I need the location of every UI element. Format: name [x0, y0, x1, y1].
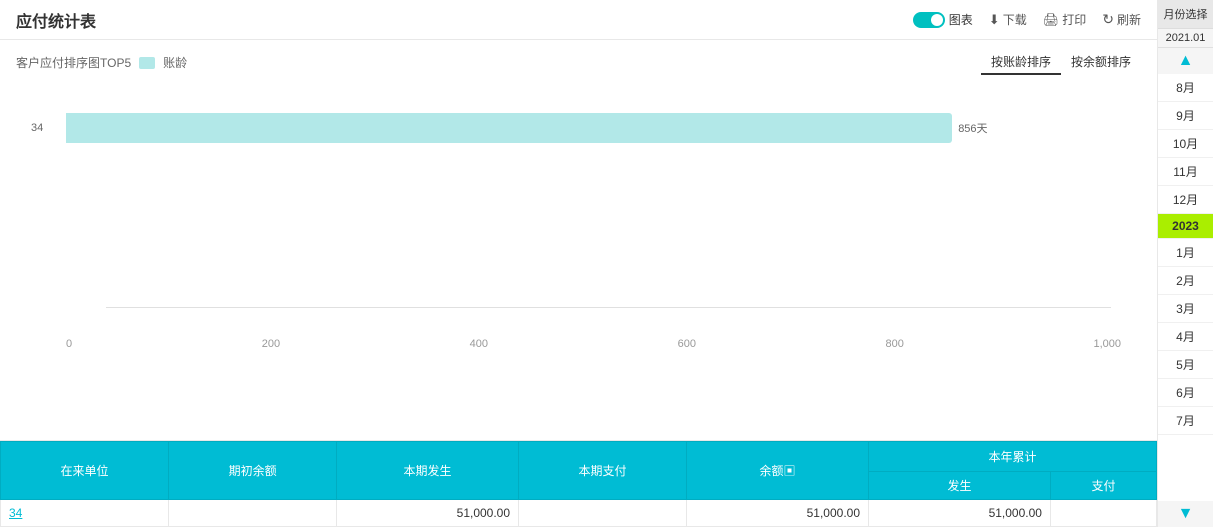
table-section: 在来单位 期初余额 本期发生 本期支付 余额▣ 本年累计 发生 支付	[0, 440, 1157, 527]
chart-section: 客户应付排序图TOP5 账龄 按账龄排序 按余额排序 34 856天	[0, 40, 1157, 440]
bar-value: 856天	[958, 120, 987, 136]
table-row: 34 51,000.00 51,000.00 51,000.00	[1, 500, 1157, 527]
refresh-icon	[1102, 11, 1114, 28]
download-icon	[989, 12, 1000, 28]
col-unit: 在来单位	[1, 442, 169, 500]
chart-legend: 客户应付排序图TOP5 账龄	[16, 54, 187, 71]
cell-unit: 34	[1, 500, 169, 527]
header-actions: 图表 下载 打印 刷新	[913, 11, 1141, 28]
toggle-label: 图表	[949, 11, 973, 28]
sidebar-months: 8月 9月 10月 11月 12月 2023 1月 2月 3月 4月 5月 6月…	[1158, 74, 1213, 501]
x-tick-200: 200	[262, 338, 280, 363]
month-1[interactable]: 1月	[1158, 239, 1213, 267]
x-tick-400: 400	[470, 338, 488, 363]
cell-occur: 51,000.00	[337, 500, 519, 527]
cell-ytd-pay	[1050, 500, 1156, 527]
month-2[interactable]: 2月	[1158, 267, 1213, 295]
bar-row: 34 856天	[66, 113, 1121, 143]
sort-by-age-button[interactable]: 按账龄排序	[981, 50, 1061, 75]
data-table: 在来单位 期初余额 本期发生 本期支付 余额▣ 本年累计 发生 支付	[0, 441, 1157, 527]
download-button[interactable]: 下载	[989, 11, 1027, 28]
month-6[interactable]: 6月	[1158, 379, 1213, 407]
x-axis: 0 200 400 600 800 1,000	[66, 338, 1121, 363]
page-header: 应付统计表 图表 下载 打印 刷新	[0, 0, 1157, 40]
cell-ytd-occur: 51,000.00	[869, 500, 1051, 527]
month-11[interactable]: 11月	[1158, 158, 1213, 186]
month-4[interactable]: 4月	[1158, 323, 1213, 351]
col-pay: 本期支付	[519, 442, 687, 500]
chart-header: 客户应付排序图TOP5 账龄 按账龄排序 按余额排序	[16, 50, 1141, 75]
bar-fill	[66, 113, 952, 143]
legend-text: 客户应付排序图TOP5	[16, 54, 131, 71]
col-qc: 期初余额	[169, 442, 337, 500]
year-2023-marker: 2023	[1158, 214, 1213, 239]
bar-row-label: 34	[31, 122, 43, 134]
sidebar-down-button[interactable]: ▼	[1158, 501, 1213, 527]
month-8[interactable]: 8月	[1158, 74, 1213, 102]
x-tick-1000: 1,000	[1093, 338, 1121, 363]
sidebar-year-label: 2021.01	[1158, 29, 1213, 48]
legend-color-label: 账龄	[163, 54, 187, 71]
page-title: 应付统计表	[16, 8, 96, 32]
x-tick-600: 600	[678, 338, 696, 363]
print-icon	[1043, 12, 1060, 28]
print-label: 打印	[1062, 11, 1086, 28]
cell-qc	[169, 500, 337, 527]
month-12[interactable]: 12月	[1158, 186, 1213, 214]
sidebar-header: 月份选择	[1158, 0, 1213, 29]
refresh-label: 刷新	[1117, 11, 1141, 28]
sidebar-up-button[interactable]: ▲	[1158, 48, 1213, 74]
download-label: 下载	[1003, 11, 1027, 28]
unit-link[interactable]: 34	[9, 506, 22, 520]
x-tick-0: 0	[66, 338, 72, 363]
month-5[interactable]: 5月	[1158, 351, 1213, 379]
col-occur: 本期发生	[337, 442, 519, 500]
x-axis-line	[106, 307, 1111, 308]
col-ytd-occur: 发生	[869, 472, 1051, 500]
chart-toggle[interactable]	[913, 12, 945, 28]
month-9[interactable]: 9月	[1158, 102, 1213, 130]
table-wrapper: 在来单位 期初余额 本期发生 本期支付 余额▣ 本年累计 发生 支付	[0, 441, 1157, 527]
month-sidebar: 月份选择 2021.01 ▲ 8月 9月 10月 11月 12月 2023 1月…	[1157, 0, 1213, 527]
print-button[interactable]: 打印	[1043, 11, 1087, 28]
month-10[interactable]: 10月	[1158, 130, 1213, 158]
legend-color-box	[139, 57, 155, 69]
x-tick-800: 800	[886, 338, 904, 363]
col-balance: 余额▣	[687, 442, 869, 500]
cell-pay	[519, 500, 687, 527]
cell-balance: 51,000.00	[687, 500, 869, 527]
sort-by-balance-button[interactable]: 按余额排序	[1061, 50, 1141, 75]
col-ytd-pay: 支付	[1050, 472, 1156, 500]
col-ytd: 本年累计	[869, 442, 1157, 472]
month-3[interactable]: 3月	[1158, 295, 1213, 323]
chart-inner: 34 856天	[66, 83, 1121, 333]
sort-buttons: 按账龄排序 按余额排序	[981, 50, 1141, 75]
bar-chart: 34 856天 0 200 400 600 800 1,000	[26, 83, 1131, 363]
chart-toggle-wrap: 图表	[913, 11, 973, 28]
refresh-button[interactable]: 刷新	[1102, 11, 1141, 28]
month-7[interactable]: 7月	[1158, 407, 1213, 435]
